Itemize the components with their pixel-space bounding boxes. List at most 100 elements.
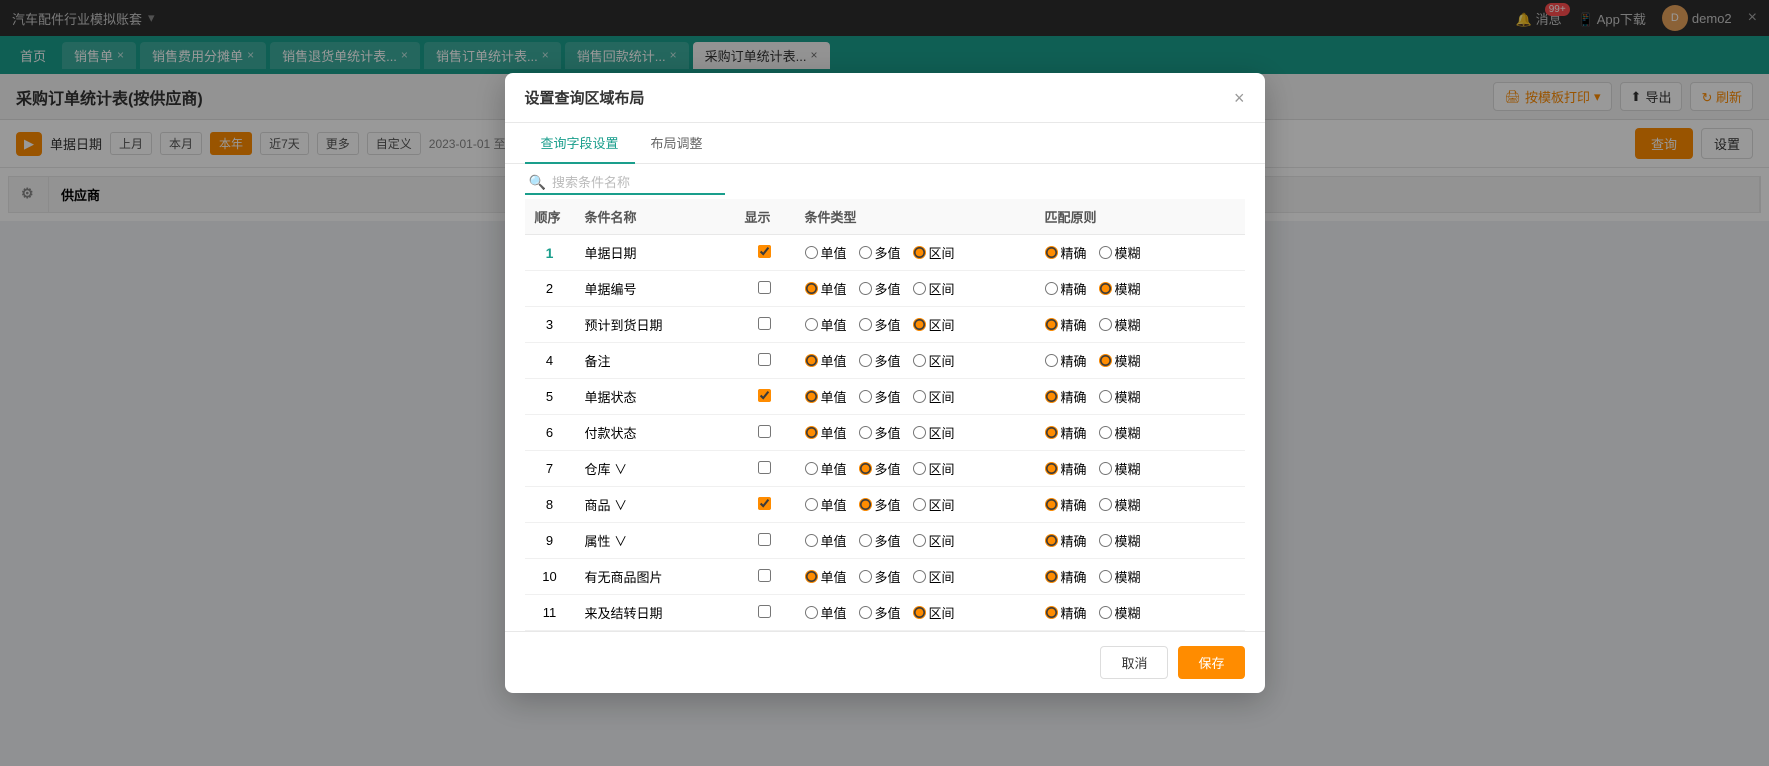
match-radio-exact-11[interactable] — [1045, 606, 1058, 619]
type-radio-single-10[interactable] — [805, 570, 818, 583]
match-radio-exact-1[interactable] — [1045, 246, 1058, 259]
row-match-5[interactable]: 精确模糊 — [1035, 379, 1245, 415]
type-radio-range-8[interactable] — [913, 498, 926, 511]
type-radio-single-6[interactable] — [805, 426, 818, 439]
row-type-3[interactable]: 单值多值区间 — [795, 307, 1035, 343]
row-display-3[interactable] — [735, 307, 795, 343]
type-radio-multi-7[interactable] — [859, 462, 872, 475]
type-radio-range-5[interactable] — [913, 390, 926, 403]
row-type-7[interactable]: 单值多值区间 — [795, 451, 1035, 487]
search-input[interactable] — [552, 175, 712, 190]
row-type-6[interactable]: 单值多值区间 — [795, 415, 1035, 451]
type-multi-5[interactable]: 多值 — [859, 387, 901, 406]
match-fuzzy-9[interactable]: 模糊 — [1099, 531, 1141, 550]
type-radio-range-6[interactable] — [913, 426, 926, 439]
type-multi-2[interactable]: 多值 — [859, 279, 901, 298]
match-radio-exact-4[interactable] — [1045, 354, 1058, 367]
type-radio-range-7[interactable] — [913, 462, 926, 475]
row-match-1[interactable]: 精确模糊 — [1035, 235, 1245, 271]
match-radio-fuzzy-10[interactable] — [1099, 570, 1112, 583]
match-radio-fuzzy-8[interactable] — [1099, 498, 1112, 511]
type-radio-multi-5[interactable] — [859, 390, 872, 403]
type-single-4[interactable]: 单值 — [805, 351, 847, 370]
type-multi-6[interactable]: 多值 — [859, 423, 901, 442]
type-multi-9[interactable]: 多值 — [859, 531, 901, 550]
row-match-4[interactable]: 精确模糊 — [1035, 343, 1245, 379]
match-radio-fuzzy-11[interactable] — [1099, 606, 1112, 619]
type-radio-multi-2[interactable] — [859, 282, 872, 295]
match-exact-5[interactable]: 精确 — [1045, 387, 1087, 406]
match-radio-exact-2[interactable] — [1045, 282, 1058, 295]
match-radio-fuzzy-4[interactable] — [1099, 354, 1112, 367]
row-display-1[interactable] — [735, 235, 795, 271]
row-type-4[interactable]: 单值多值区间 — [795, 343, 1035, 379]
row-type-1[interactable]: 单值多值区间 — [795, 235, 1035, 271]
row-match-9[interactable]: 精确模糊 — [1035, 523, 1245, 559]
match-fuzzy-4[interactable]: 模糊 — [1099, 351, 1141, 370]
match-exact-6[interactable]: 精确 — [1045, 423, 1087, 442]
row-display-6[interactable] — [735, 415, 795, 451]
match-radio-fuzzy-5[interactable] — [1099, 390, 1112, 403]
type-radio-single-2[interactable] — [805, 282, 818, 295]
type-radio-multi-9[interactable] — [859, 534, 872, 547]
type-single-9[interactable]: 单值 — [805, 531, 847, 550]
display-checkbox-9[interactable] — [758, 533, 771, 546]
match-exact-7[interactable]: 精确 — [1045, 459, 1087, 478]
match-exact-1[interactable]: 精确 — [1045, 243, 1087, 262]
display-checkbox-7[interactable] — [758, 461, 771, 474]
save-btn[interactable]: 保存 — [1178, 646, 1244, 679]
match-fuzzy-10[interactable]: 模糊 — [1099, 567, 1141, 586]
row-display-2[interactable] — [735, 271, 795, 307]
type-single-6[interactable]: 单值 — [805, 423, 847, 442]
type-single-5[interactable]: 单值 — [805, 387, 847, 406]
match-fuzzy-1[interactable]: 模糊 — [1099, 243, 1141, 262]
type-radio-multi-8[interactable] — [859, 498, 872, 511]
match-exact-2[interactable]: 精确 — [1045, 279, 1087, 298]
type-multi-1[interactable]: 多值 — [859, 243, 901, 262]
type-range-4[interactable]: 区间 — [913, 351, 955, 370]
display-checkbox-2[interactable] — [758, 281, 771, 294]
row-type-5[interactable]: 单值多值区间 — [795, 379, 1035, 415]
type-multi-7[interactable]: 多值 — [859, 459, 901, 478]
type-radio-range-9[interactable] — [913, 534, 926, 547]
type-single-11[interactable]: 单值 — [805, 603, 847, 622]
row-match-8[interactable]: 精确模糊 — [1035, 487, 1245, 523]
type-multi-11[interactable]: 多值 — [859, 603, 901, 622]
match-radio-exact-8[interactable] — [1045, 498, 1058, 511]
match-radio-fuzzy-9[interactable] — [1099, 534, 1112, 547]
type-multi-10[interactable]: 多值 — [859, 567, 901, 586]
type-range-10[interactable]: 区间 — [913, 567, 955, 586]
match-fuzzy-5[interactable]: 模糊 — [1099, 387, 1141, 406]
modal-tab-layout[interactable]: 布局调整 — [635, 123, 719, 164]
type-range-8[interactable]: 区间 — [913, 495, 955, 514]
display-checkbox-1[interactable] — [758, 245, 771, 258]
type-radio-range-10[interactable] — [913, 570, 926, 583]
display-checkbox-3[interactable] — [758, 317, 771, 330]
match-radio-exact-9[interactable] — [1045, 534, 1058, 547]
type-radio-single-11[interactable] — [805, 606, 818, 619]
type-range-6[interactable]: 区间 — [913, 423, 955, 442]
type-single-1[interactable]: 单值 — [805, 243, 847, 262]
type-radio-single-8[interactable] — [805, 498, 818, 511]
type-single-2[interactable]: 单值 — [805, 279, 847, 298]
display-checkbox-4[interactable] — [758, 353, 771, 366]
row-match-3[interactable]: 精确模糊 — [1035, 307, 1245, 343]
display-checkbox-11[interactable] — [758, 605, 771, 618]
match-radio-fuzzy-1[interactable] — [1099, 246, 1112, 259]
row-type-10[interactable]: 单值多值区间 — [795, 559, 1035, 595]
row-display-10[interactable] — [735, 559, 795, 595]
match-exact-4[interactable]: 精确 — [1045, 351, 1087, 370]
row-match-2[interactable]: 精确模糊 — [1035, 271, 1245, 307]
display-checkbox-8[interactable] — [758, 497, 771, 510]
row-type-8[interactable]: 单值多值区间 — [795, 487, 1035, 523]
type-range-9[interactable]: 区间 — [913, 531, 955, 550]
row-match-10[interactable]: 精确模糊 — [1035, 559, 1245, 595]
display-checkbox-6[interactable] — [758, 425, 771, 438]
type-radio-single-7[interactable] — [805, 462, 818, 475]
type-radio-range-4[interactable] — [913, 354, 926, 367]
type-range-2[interactable]: 区间 — [913, 279, 955, 298]
cancel-btn[interactable]: 取消 — [1100, 646, 1168, 679]
type-single-7[interactable]: 单值 — [805, 459, 847, 478]
display-checkbox-10[interactable] — [758, 569, 771, 582]
row-display-7[interactable] — [735, 451, 795, 487]
